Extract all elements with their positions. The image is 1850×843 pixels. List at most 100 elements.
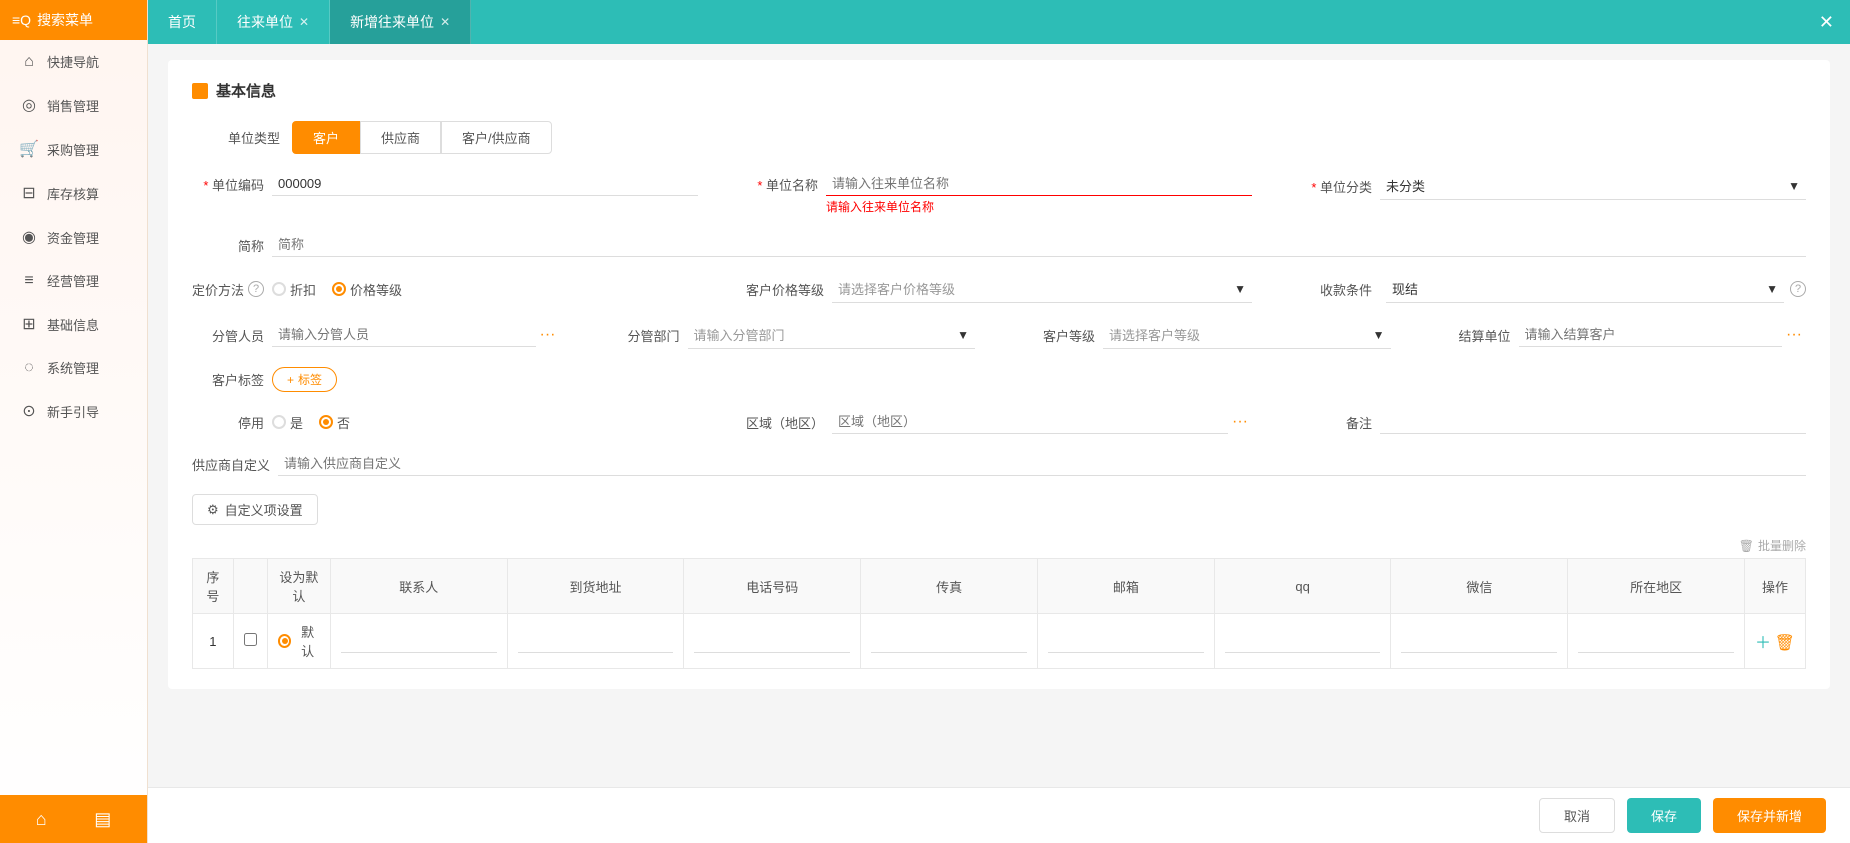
cell-qq[interactable] xyxy=(1214,614,1391,669)
chevron-down-icon-2: ▼ xyxy=(1234,282,1246,296)
payment-help-icon[interactable]: ? xyxy=(1790,281,1806,297)
chevron-down-icon-5: ▼ xyxy=(1373,328,1385,342)
delete-icon: 🗑 xyxy=(1739,539,1754,553)
row-checkbox[interactable] xyxy=(244,633,257,646)
sidebar-item-base[interactable]: ⊞ 基础信息 xyxy=(0,302,147,346)
disable-field: 停用 是 否 xyxy=(192,413,698,432)
cell-wechat[interactable] xyxy=(1391,614,1568,669)
tab-new-partner[interactable]: 新增往来单位 ✕ xyxy=(330,0,471,44)
payment-terms-value: 现结 xyxy=(1392,279,1418,298)
footer-home-icon[interactable]: ⌂ xyxy=(36,809,47,830)
radio-price-level[interactable]: 价格等级 xyxy=(332,280,402,299)
unit-code-input[interactable] xyxy=(272,172,698,196)
sidebar-item-quick-nav[interactable]: ⌂ 快捷导航 xyxy=(0,40,147,83)
radio-yes[interactable]: 是 xyxy=(272,413,303,432)
type-btn-supplier[interactable]: 供应商 xyxy=(360,121,441,154)
tab-home[interactable]: 首页 xyxy=(148,0,217,44)
unit-category-select[interactable]: 未分类 ▼ xyxy=(1380,172,1806,200)
region-cell-input[interactable] xyxy=(1578,629,1734,653)
sidebar-search[interactable]: ≡Q 搜索菜单 xyxy=(0,0,147,40)
default-radio[interactable]: 默认 xyxy=(278,622,320,660)
cell-email[interactable] xyxy=(1037,614,1214,669)
wechat-input[interactable] xyxy=(1401,629,1557,653)
radio-yes-label: 是 xyxy=(290,413,303,432)
save-button[interactable]: 保存 xyxy=(1627,798,1701,833)
form-row-2: 简称 xyxy=(192,233,1806,257)
col-wechat: 微信 xyxy=(1391,559,1568,614)
tab-new-partner-close[interactable]: ✕ xyxy=(440,15,450,29)
cell-address[interactable] xyxy=(507,614,684,669)
delete-row-btn[interactable]: 🗑 xyxy=(1775,635,1795,652)
cell-phone[interactable] xyxy=(684,614,861,669)
unit-category-value: 未分类 xyxy=(1386,176,1425,195)
type-btn-both[interactable]: 客户/供应商 xyxy=(441,121,552,154)
form-row-1: 单位编码 单位名称 请输入往来单位名称 单位分类 未分类 ▼ xyxy=(192,172,1806,215)
payment-terms-select[interactable]: 现结 ▼ xyxy=(1386,275,1784,303)
pricing-method-label: 定价方法 ? xyxy=(192,280,272,299)
cell-region[interactable] xyxy=(1568,614,1745,669)
section-title-text: 基本信息 xyxy=(216,80,276,101)
tab-partners-label: 往来单位 xyxy=(237,12,293,32)
disable-label: 停用 xyxy=(192,413,272,432)
customer-level-select[interactable]: 请选择客户等级 ▼ xyxy=(1103,321,1391,349)
address-input[interactable] xyxy=(518,629,674,653)
tab-bar: 首页 往来单位 ✕ 新增往来单位 ✕ ✕ xyxy=(148,0,1850,44)
fax-input[interactable] xyxy=(871,629,1027,653)
department-select[interactable]: 请输入分管部门 ▼ xyxy=(688,321,976,349)
phone-input[interactable] xyxy=(694,629,850,653)
region-input[interactable] xyxy=(832,410,1228,434)
sales-icon: ◎ xyxy=(19,95,39,115)
sidebar: ≡Q 搜索菜单 ⌂ 快捷导航 ◎ 销售管理 🛒 采购管理 ⊟ 库存核算 ◉ 资金… xyxy=(0,0,148,843)
sidebar-item-sales[interactable]: ◎ 销售管理 xyxy=(0,83,147,127)
pricing-help-icon[interactable]: ? xyxy=(248,281,264,297)
cell-actions: ＋ 🗑 xyxy=(1745,614,1806,669)
settlement-more-btn[interactable]: ··· xyxy=(1782,326,1806,344)
radio-no-circle xyxy=(319,415,333,429)
sidebar-item-inventory[interactable]: ⊟ 库存核算 xyxy=(0,171,147,215)
sidebar-item-operations[interactable]: ≡ 经营管理 xyxy=(0,259,147,302)
sidebar-item-guide[interactable]: ⊙ 新手引导 xyxy=(0,389,147,433)
sidebar-item-purchase[interactable]: 🛒 采购管理 xyxy=(0,127,147,171)
tab-partners-close[interactable]: ✕ xyxy=(299,15,309,29)
add-row-btn[interactable]: ＋ xyxy=(1755,635,1771,652)
custom-settings-button[interactable]: ⚙ 自定义项设置 xyxy=(192,494,318,525)
form-row-3: 定价方法 ? 折扣 价格等级 xyxy=(192,275,1806,303)
manager-input[interactable] xyxy=(272,323,536,347)
radio-discount[interactable]: 折扣 xyxy=(272,280,316,299)
tab-close-all-button[interactable]: ✕ xyxy=(1803,12,1850,33)
main-area: 首页 往来单位 ✕ 新增往来单位 ✕ ✕ 基本信息 单位类型 客户 供应商 客户… xyxy=(148,0,1850,843)
unit-name-input[interactable] xyxy=(826,172,1252,196)
manager-more-btn[interactable]: ··· xyxy=(536,326,560,344)
type-btn-customer[interactable]: 客户 xyxy=(292,121,360,154)
cell-checkbox[interactable] xyxy=(233,614,267,669)
sidebar-item-finance[interactable]: ◉ 资金管理 xyxy=(0,215,147,259)
sidebar-item-system[interactable]: ◌ 系统管理 xyxy=(0,346,147,389)
footer-menu-icon[interactable]: ▤ xyxy=(94,809,111,830)
region-more-btn[interactable]: ··· xyxy=(1228,413,1252,431)
customer-price-select[interactable]: 请选择客户价格等级 ▼ xyxy=(832,275,1252,303)
section-title-icon xyxy=(192,83,208,99)
chevron-down-icon-3: ▼ xyxy=(1766,282,1778,296)
cancel-button[interactable]: 取消 xyxy=(1539,798,1615,833)
tab-partners[interactable]: 往来单位 ✕ xyxy=(217,0,330,44)
sidebar-footer: ⌂ ▤ xyxy=(0,795,147,843)
save-new-button[interactable]: 保存并新增 xyxy=(1713,798,1826,833)
settlement-unit-input[interactable] xyxy=(1519,323,1783,347)
supplier-custom-input[interactable] xyxy=(278,452,1806,476)
email-input[interactable] xyxy=(1048,629,1204,653)
contact-input[interactable] xyxy=(341,629,497,653)
radio-discount-label: 折扣 xyxy=(290,280,316,299)
radio-no[interactable]: 否 xyxy=(319,413,350,432)
note-input[interactable] xyxy=(1380,410,1806,434)
qq-input[interactable] xyxy=(1225,629,1381,653)
settlement-unit-label: 结算单位 xyxy=(1439,326,1519,345)
short-name-input[interactable] xyxy=(272,233,1806,257)
add-tag-button[interactable]: + 标签 xyxy=(272,367,337,392)
custom-settings-label: 自定义项设置 xyxy=(225,500,303,519)
col-check xyxy=(233,559,267,614)
batch-delete-label[interactable]: 批量删除 xyxy=(1758,537,1806,554)
pricing-radio-group: 折扣 价格等级 xyxy=(272,280,402,299)
cell-contact[interactable] xyxy=(330,614,507,669)
cell-fax[interactable] xyxy=(861,614,1038,669)
customer-level-placeholder: 请选择客户等级 xyxy=(1109,325,1200,344)
